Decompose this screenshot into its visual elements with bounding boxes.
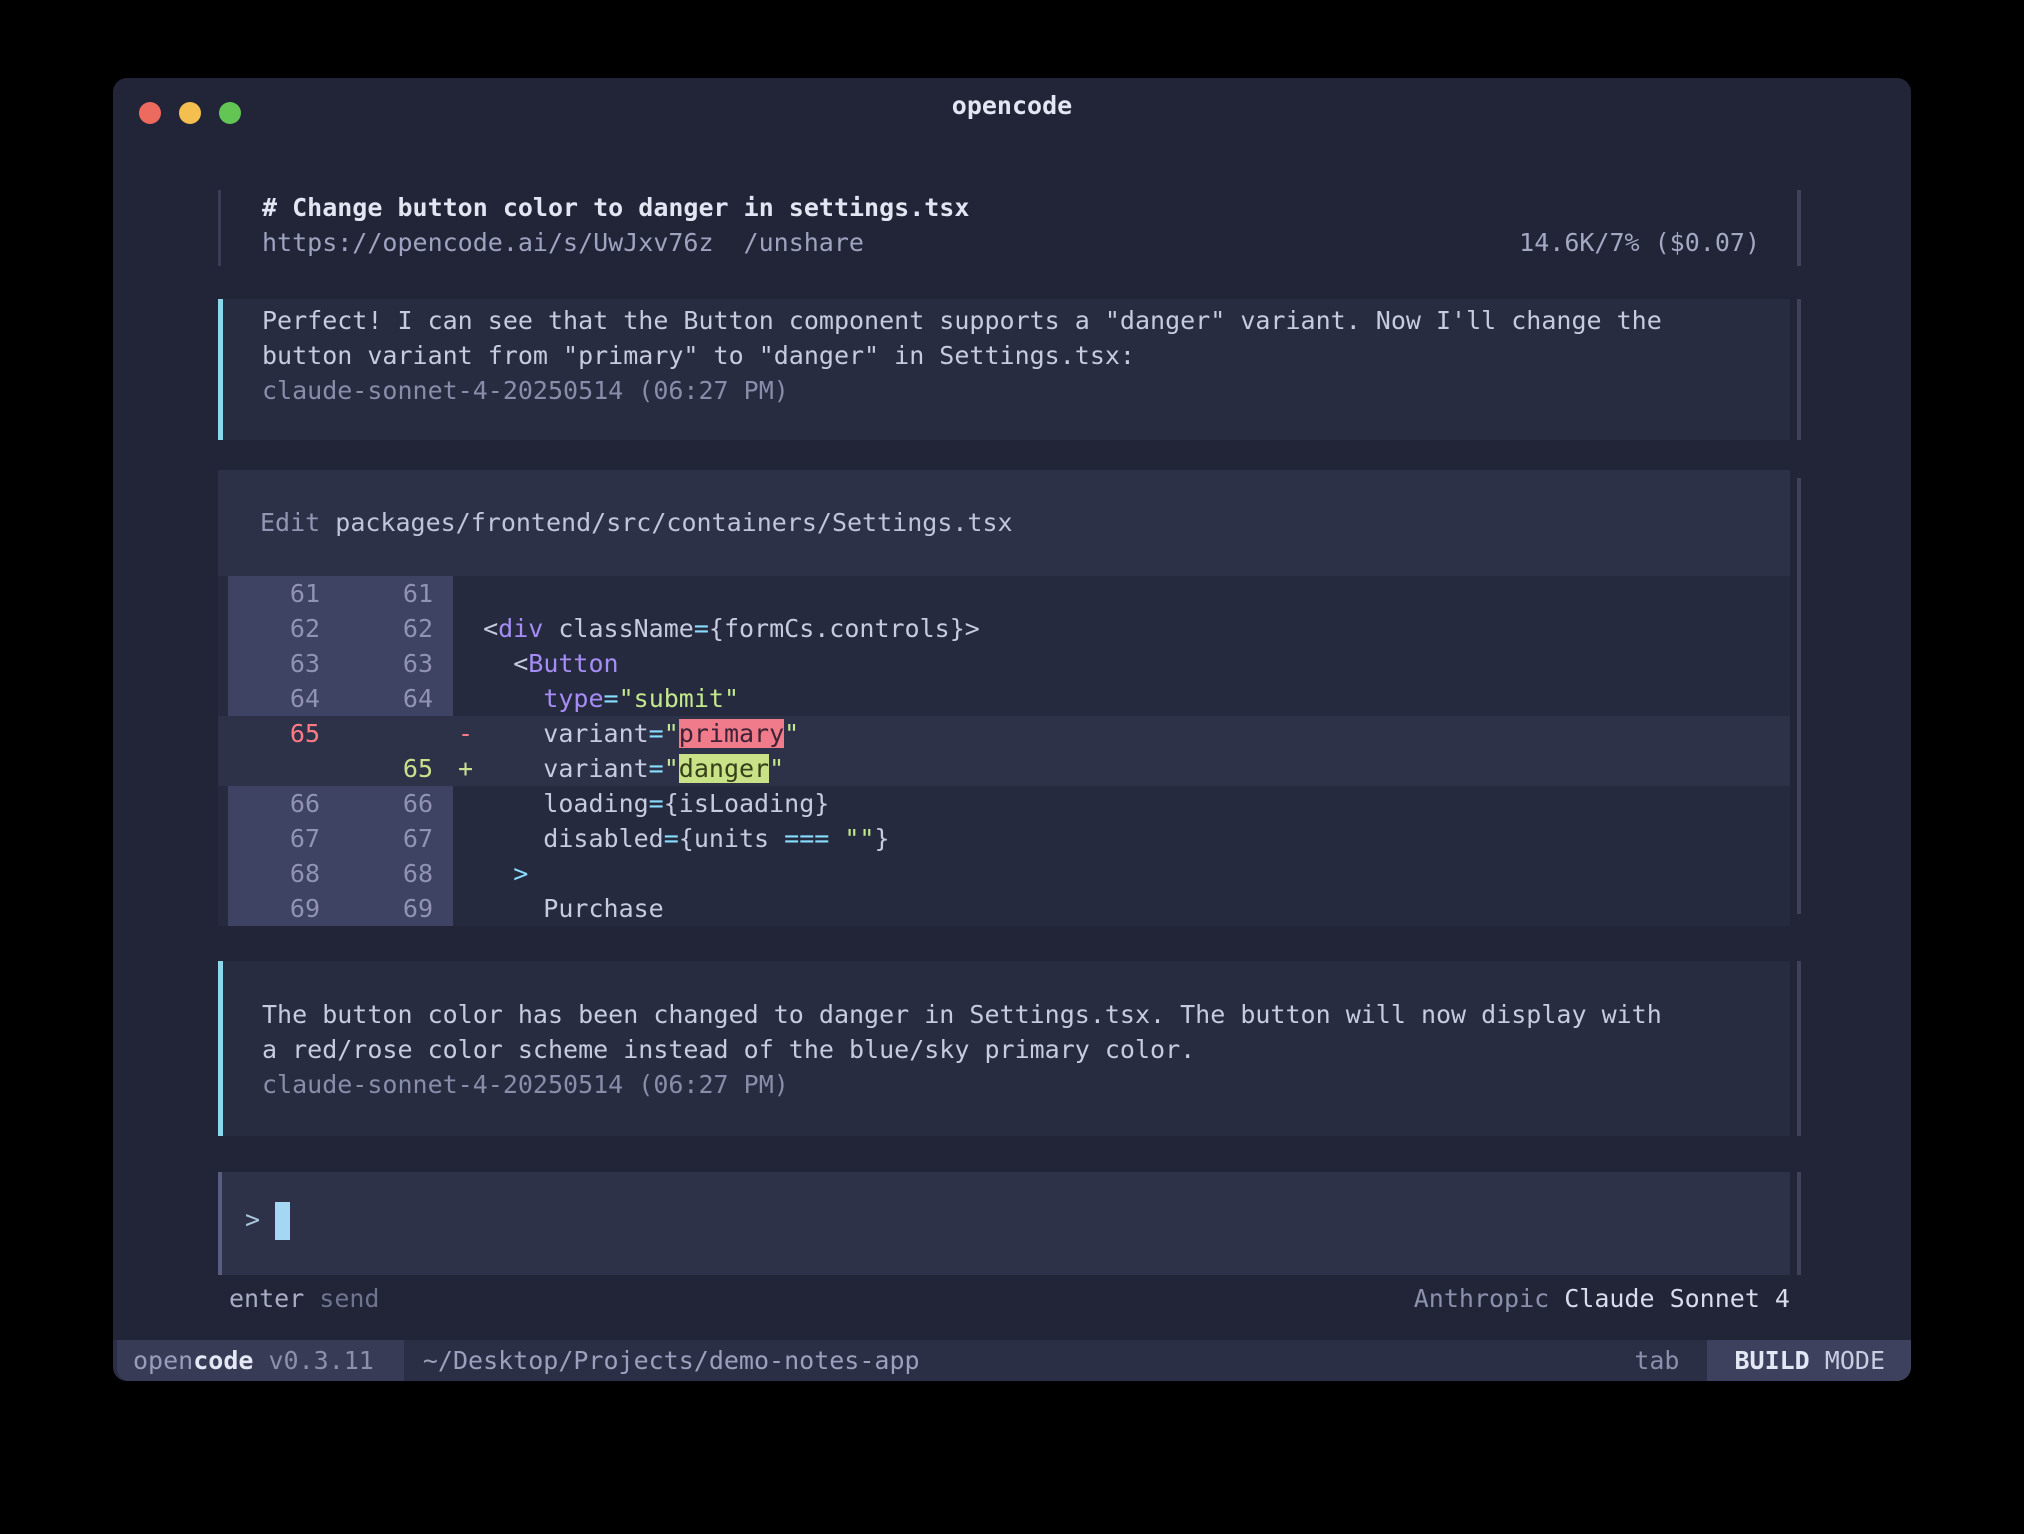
session-title: # Change button color to danger in setti… [262, 193, 970, 222]
old-line-number: 66 [228, 786, 340, 821]
old-line-number: 69 [228, 891, 340, 926]
prompt-input[interactable]: > [218, 1172, 1790, 1275]
edited-file-path: packages/frontend/src/containers/Setting… [335, 508, 1013, 537]
text-cursor [275, 1202, 291, 1240]
assistant-message-text: The button color has been changed to dan… [262, 997, 1790, 1067]
diff-row: 69 69 Purchase [218, 891, 1790, 926]
code-line: <div className={formCs.controls}> [453, 614, 980, 643]
new-line-number [340, 716, 453, 751]
model-timestamp: claude-sonnet-4-20250514 (06:27 PM) [262, 1070, 789, 1099]
app-name-bold: code [193, 1346, 254, 1375]
edit-tool-header: Edit packages/frontend/src/containers/Se… [218, 470, 1790, 576]
code-line: disabled={units === ""} [453, 824, 890, 853]
mode-label-rest: MODE [1809, 1346, 1885, 1375]
diff-row: 68 68 > [218, 856, 1790, 891]
header-right-border [1797, 190, 1801, 266]
share-url-link[interactable]: https://opencode.ai/s/UwJxv76z [262, 225, 714, 260]
code-line: loading={isLoading} [453, 789, 830, 818]
new-line-number: 64 [340, 681, 453, 716]
old-line-number: 68 [228, 856, 340, 891]
diff-row: 66 66 loading={isLoading} [218, 786, 1790, 821]
enter-key-hint: enter [229, 1284, 305, 1313]
message-line: Perfect! I can see that the Button compo… [262, 306, 1662, 335]
input-right-border [1797, 1172, 1801, 1275]
diff-row: 65 + variant="danger" [218, 751, 1790, 786]
old-line-number: 67 [228, 821, 340, 856]
diff-sign: + [458, 754, 474, 783]
diff-rows: 61 61 62 62 <div className={formCs.controls… [218, 576, 1790, 926]
mode-label-bold: BUILD [1734, 1346, 1810, 1375]
assistant-message-2: The button color has been changed to dan… [218, 961, 1790, 1136]
diff-row: 65 - variant="primary" [218, 716, 1790, 751]
code-line: variant="primary" [453, 719, 800, 748]
edit-tool-block: Edit packages/frontend/src/containers/Se… [218, 470, 1790, 926]
message1-right-border [1797, 299, 1801, 440]
prompt-chevron: > [245, 1205, 261, 1234]
new-line-number: 67 [340, 821, 453, 856]
diff-scrollbar[interactable] [1797, 478, 1801, 914]
model-provider: Anthropic [1413, 1284, 1550, 1313]
new-line-number: 63 [340, 646, 453, 681]
code-line: <Button [453, 649, 619, 678]
app-name-normal: open [133, 1346, 194, 1375]
opencode-window: opencode # Change button color to danger… [113, 78, 1911, 1381]
diff-row: 62 62 <div className={formCs.controls}> [218, 611, 1790, 646]
session-header: # Change button color to danger in setti… [218, 190, 1790, 266]
send-action-hint: send [319, 1284, 380, 1313]
diff-row: 61 61 [218, 576, 1790, 611]
model-indicator[interactable]: Anthropic Claude Sonnet 4 [1414, 1281, 1790, 1316]
new-line-number: 66 [340, 786, 453, 821]
status-bar: opencode v0.3.11 ~/Desktop/Projects/demo… [113, 1340, 1911, 1381]
token-usage-cost: 14.6K/7% ($0.07) [1519, 228, 1760, 257]
app-version-number: v0.3.11 [268, 1346, 374, 1375]
window-title: opencode [951, 91, 1073, 120]
working-directory: ~/Desktop/Projects/demo-notes-app [422, 1346, 920, 1375]
code-line: variant="danger" [453, 754, 785, 783]
code-line: type="submit" [543, 684, 740, 713]
assistant-message-text: Perfect! I can see that the Button compo… [262, 303, 1790, 373]
app-version [253, 1346, 268, 1375]
old-line-number: 61 [228, 576, 340, 611]
message2-right-border [1797, 961, 1801, 1136]
diff-row: 64 64 type="submit" [218, 681, 1790, 716]
unshare-command[interactable]: /unshare [744, 225, 864, 260]
window-titlebar: opencode [113, 78, 1911, 148]
tool-action-label: Edit [260, 508, 336, 537]
new-line-number: 65 [402, 754, 433, 783]
model-timestamp: claude-sonnet-4-20250514 (06:27 PM) [262, 376, 789, 405]
old-line-number [228, 751, 340, 786]
old-line-number: 65 [289, 719, 320, 748]
model-name: Claude Sonnet 4 [1564, 1284, 1790, 1313]
diff-row: 67 67 disabled={units === ""} [218, 821, 1790, 856]
tab-key-hint[interactable]: tab [1634, 1340, 1679, 1381]
old-line-number: 63 [228, 646, 340, 681]
build-mode-toggle[interactable]: BUILD MODE [1707, 1340, 1911, 1381]
code-line: Purchase [453, 894, 664, 923]
assistant-message-1: Perfect! I can see that the Button compo… [218, 299, 1790, 440]
app-version-segment: opencode v0.3.11 [117, 1340, 404, 1381]
new-line-number: 62 [340, 611, 453, 646]
code-line: > [513, 859, 529, 888]
message-line: The button color has been changed to dan… [262, 1000, 1662, 1029]
input-hints-row: enter send Anthropic Claude Sonnet 4 [218, 1281, 1790, 1316]
desktop-background: opencode # Change button color to danger… [0, 0, 2024, 1534]
message-line: button variant from "primary" to "danger… [262, 341, 1135, 370]
message-line: a red/rose color scheme instead of the b… [262, 1035, 1196, 1064]
diff-row: 63 63 <Button [218, 646, 1790, 681]
new-line-number: 61 [340, 576, 453, 611]
new-line-number: 68 [340, 856, 453, 891]
diff-sign: - [458, 719, 474, 748]
old-line-number: 62 [228, 611, 340, 646]
new-line-number: 69 [340, 891, 453, 926]
old-line-number: 64 [228, 681, 340, 716]
